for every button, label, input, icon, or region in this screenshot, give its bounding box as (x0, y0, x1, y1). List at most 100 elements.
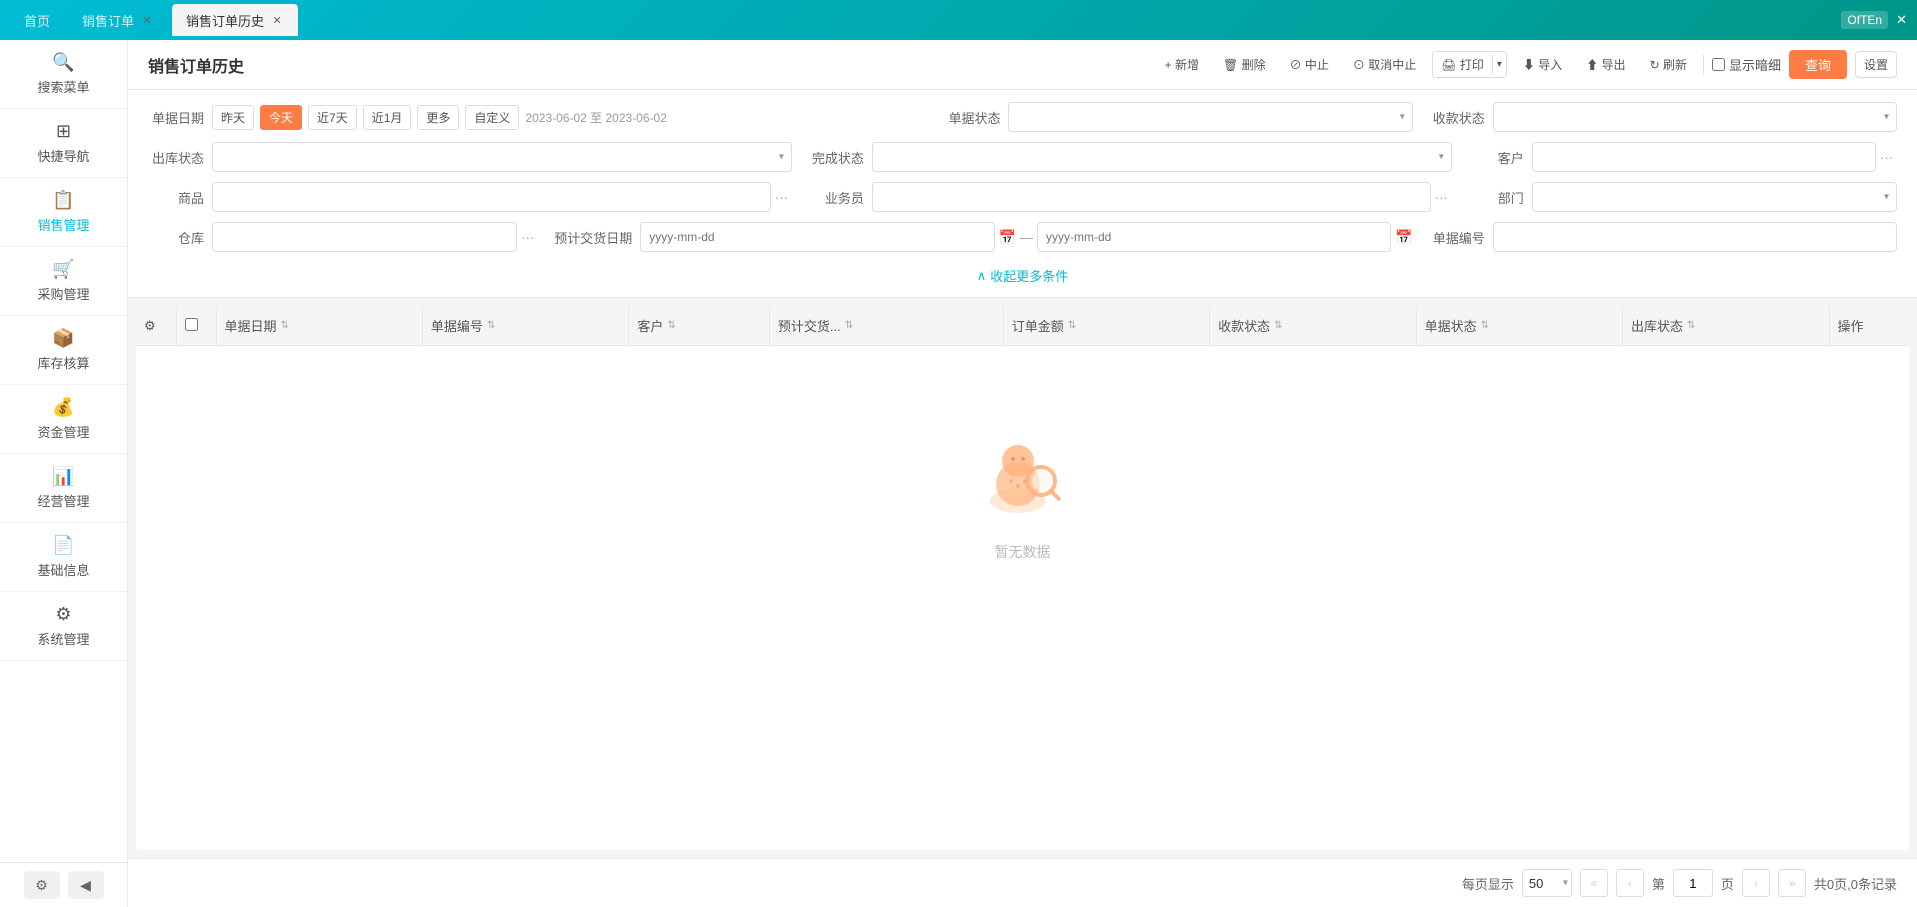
sidebar-item-inventory-label: 库存核算 (37, 353, 89, 372)
sidebar-item-basic-info-label: 基础信息 (37, 560, 89, 579)
th-checkbox[interactable] (176, 306, 216, 346)
th-date[interactable]: 单据日期 ⇅ (216, 306, 422, 346)
goods-input[interactable] (212, 182, 771, 212)
date-btn-7days[interactable]: 近7天 (308, 105, 357, 130)
th-delivery-date[interactable]: 预计交货... ⇅ (769, 306, 1003, 346)
select-all-checkbox[interactable] (185, 318, 198, 331)
th-amount[interactable]: 订单金额 ⇅ (1003, 306, 1209, 346)
th-order-status[interactable]: 单据状态 ⇅ (1416, 306, 1622, 346)
content-area: 销售订单历史 + 新增 🗑 删除 ⊘ 中止 ⊙ 取消中止 🖨 打印 ▾ ⬇ 导入… (128, 40, 1917, 907)
salesperson-dots[interactable]: ··· (1431, 190, 1452, 205)
tab-bar: 首页 销售订单 ✕ 销售订单历史 ✕ (10, 4, 1841, 36)
current-page-input[interactable]: 1 (1673, 869, 1713, 897)
finance-icon: 💰 (52, 397, 74, 418)
sidebar-item-purchase-mgmt[interactable]: 🛒 采购管理 (0, 247, 127, 316)
sidebar-item-operations[interactable]: 📊 经营管理 (0, 454, 127, 523)
basic-info-icon: 📄 (52, 535, 74, 556)
customer-input[interactable] (1532, 142, 1876, 172)
calendar-to-icon[interactable]: 📅 (1395, 229, 1412, 246)
per-page-select[interactable]: 10 20 50 100 (1522, 869, 1572, 897)
sidebar-item-finance[interactable]: 💰 资金管理 (0, 385, 127, 454)
display-cols-toggle[interactable]: 显示暗细 (1712, 55, 1781, 74)
display-cols-checkbox[interactable] (1712, 58, 1725, 71)
salesperson-control: ··· (872, 182, 1452, 212)
th-delivery-date-label: 预计交货... (778, 316, 841, 335)
last-page-btn[interactable]: » (1778, 869, 1806, 897)
outbound-status-select[interactable] (212, 142, 792, 172)
payment-status-select[interactable] (1493, 102, 1897, 132)
sidebar-item-search-menu-label: 搜索菜单 (37, 77, 89, 96)
outbound-status-label: 出库状态 (148, 148, 204, 167)
dept-select[interactable] (1532, 182, 1897, 212)
import-button[interactable]: ⬇ 导入 (1515, 52, 1570, 77)
filter-row-3: 商品 ··· 业务员 ··· 部门 (148, 182, 1897, 212)
date-btn-yesterday[interactable]: 昨天 (212, 105, 254, 130)
tab-sales-order[interactable]: 销售订单 ✕ (68, 4, 168, 36)
filter-order-no: 单据编号 (1429, 222, 1897, 252)
sidebar-item-search-menu[interactable]: 🔍 搜索菜单 (0, 40, 127, 109)
sidebar: 🔍 搜索菜单 ⊞ 快捷导航 📋 销售管理 🛒 采购管理 📦 库存核算 💰 资金管… (0, 40, 128, 907)
th-outbound-status[interactable]: 出库状态 ⇅ (1623, 306, 1830, 346)
sidebar-item-inventory[interactable]: 📦 库存核算 (0, 316, 127, 385)
first-page-btn[interactable]: « (1580, 869, 1608, 897)
date-btn-1month[interactable]: 近1月 (363, 105, 412, 130)
salesperson-input[interactable] (872, 182, 1431, 212)
order-status-select[interactable] (1008, 102, 1412, 132)
sidebar-item-system-mgmt[interactable]: ⚙ 系统管理 (0, 592, 127, 661)
th-customer[interactable]: 客户 ⇅ (629, 306, 770, 346)
next-page-btn[interactable]: › (1742, 869, 1770, 897)
cancel-stop-button[interactable]: ⊙ 取消中止 (1345, 52, 1424, 77)
prev-page-btn[interactable]: ‹ (1616, 869, 1644, 897)
page-label-pre: 第 (1652, 874, 1665, 893)
order-no-input[interactable] (1493, 222, 1897, 252)
delivery-date-to[interactable] (1037, 222, 1391, 252)
warehouse-input[interactable] (212, 222, 517, 252)
th-payment-status-label: 收款状态 (1218, 316, 1270, 335)
delete-button[interactable]: 🗑 删除 (1215, 52, 1274, 77)
sidebar-collapse-btn[interactable]: ◀ (68, 871, 104, 899)
tab-home[interactable]: 首页 (10, 4, 64, 36)
collapse-row[interactable]: ∧ 收起更多条件 (148, 262, 1897, 285)
sidebar-item-sales-mgmt[interactable]: 📋 销售管理 (0, 178, 127, 247)
tab-sales-order-history[interactable]: 销售订单历史 ✕ (172, 4, 298, 36)
new-button[interactable]: + 新增 (1157, 52, 1207, 77)
outbound-status-sort-icon: ⇅ (1687, 320, 1695, 331)
calendar-from-icon[interactable]: 📅 (999, 229, 1016, 246)
payment-status-control: ▾ (1493, 102, 1897, 132)
date-btn-more[interactable]: 更多 (417, 105, 459, 130)
filter-date: 单据日期 昨天 今天 近7天 近1月 更多 自定义 2023-06-02 至 2… (148, 105, 928, 130)
th-payment-status[interactable]: 收款状态 ⇅ (1210, 306, 1416, 346)
sidebar-item-sales-mgmt-label: 销售管理 (37, 215, 89, 234)
customer-dots[interactable]: ··· (1876, 150, 1897, 165)
main-layout: 🔍 搜索菜单 ⊞ 快捷导航 📋 销售管理 🛒 采购管理 📦 库存核算 💰 资金管… (0, 40, 1917, 907)
export-button[interactable]: ⬆ 导出 (1578, 52, 1633, 77)
refresh-button[interactable]: ↻ 刷新 (1642, 52, 1695, 77)
date-btn-today[interactable]: 今天 (260, 105, 302, 130)
delivery-date-from[interactable] (640, 222, 994, 252)
filter-outbound-status: 出库状态 ▾ (148, 142, 792, 172)
display-cols-label: 显示暗细 (1729, 55, 1781, 74)
filter-delivery-date: 预计交货日期 📅 — 📅 (554, 222, 1413, 252)
query-button[interactable]: 查询 (1789, 50, 1847, 79)
stop-button[interactable]: ⊘ 中止 (1282, 52, 1337, 77)
tab-sales-order-close[interactable]: ✕ (140, 13, 154, 27)
goods-dots[interactable]: ··· (771, 190, 792, 205)
print-dropdown-arrow[interactable]: ▾ (1492, 55, 1506, 74)
filter-area: 单据日期 昨天 今天 近7天 近1月 更多 自定义 2023-06-02 至 2… (128, 90, 1917, 298)
sidebar-item-quick-nav[interactable]: ⊞ 快捷导航 (0, 109, 127, 178)
th-order-no[interactable]: 单据编号 ⇅ (422, 306, 628, 346)
print-button[interactable]: 🖨 打印 (1433, 52, 1492, 77)
date-btn-custom[interactable]: 自定义 (465, 105, 519, 130)
tab-sales-order-history-close[interactable]: ✕ (270, 13, 284, 27)
warehouse-label: 仓库 (148, 228, 204, 247)
sidebar-settings-btn[interactable]: ⚙ (24, 871, 60, 899)
page-title: 销售订单历史 (148, 53, 244, 77)
complete-status-select[interactable] (872, 142, 1452, 172)
sidebar-bottom: ⚙ ◀ (0, 862, 127, 907)
dept-label: 部门 (1468, 188, 1524, 207)
sidebar-item-basic-info[interactable]: 📄 基础信息 (0, 523, 127, 592)
th-settings[interactable]: ⚙ (136, 306, 176, 346)
settings-button[interactable]: 设置 (1855, 51, 1897, 78)
topbar-close-icon[interactable]: ✕ (1896, 12, 1907, 28)
warehouse-dots[interactable]: ··· (517, 230, 538, 245)
